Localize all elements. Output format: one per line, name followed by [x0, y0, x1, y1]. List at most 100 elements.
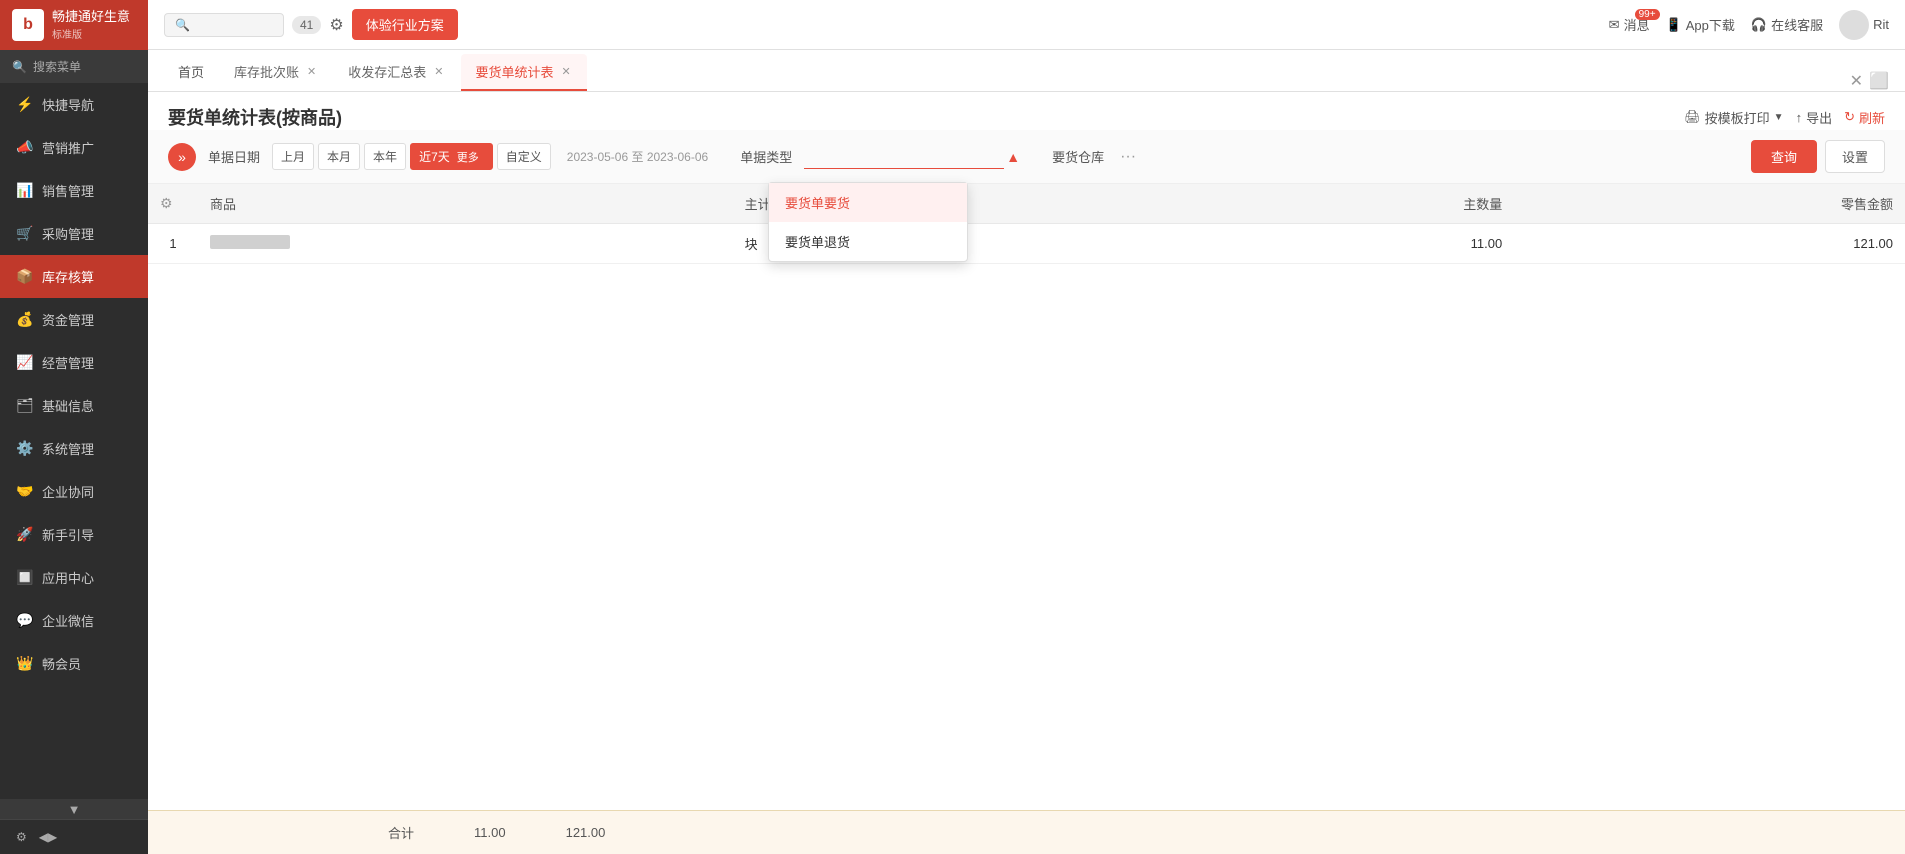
type-chevron[interactable]: ▲ — [1006, 149, 1020, 165]
refresh-btn[interactable]: ↻ 刷新 — [1844, 108, 1885, 127]
app-subtitle: 标准版 — [52, 26, 130, 41]
sidebar-item-purchase[interactable]: 🛒 采购管理 — [0, 212, 148, 255]
tab-batch[interactable]: 库存批次账 ✕ — [220, 54, 332, 91]
sidebar-item-label: 采购管理 — [42, 224, 94, 243]
tab-home[interactable]: 首页 — [164, 54, 218, 91]
sidebar-item-sales[interactable]: 📊 销售管理 — [0, 169, 148, 212]
dropdown-item-0[interactable]: 要货单要货 — [769, 183, 967, 222]
sidebar-header: b 畅捷通好生意 标准版 — [0, 0, 148, 50]
query-btn[interactable]: 查询 — [1751, 140, 1817, 173]
filter-actions: 查询 设置 — [1751, 140, 1885, 173]
date-btn-this-month[interactable]: 本月 — [318, 143, 360, 170]
dropdown-item-1[interactable]: 要货单退货 — [769, 222, 967, 261]
sidebar-item-collab[interactable]: 🤝 企业协同 — [0, 470, 148, 513]
sidebar: b 畅捷通好生意 标准版 🔍 搜索菜单 ⚡ 快捷导航 📣 营销推广 📊 销售管理… — [0, 0, 148, 854]
sidebar-item-label: 新手引导 — [42, 525, 94, 544]
sidebar-item-inventory[interactable]: 📦 库存核算 — [0, 255, 148, 298]
export-icon: ↑ — [1796, 110, 1803, 125]
print-icon: 🖨 — [1684, 109, 1701, 125]
messages-count: 99+ — [1635, 9, 1660, 20]
table-header-row: ⚙ 商品 主计量单位 主数量 零售金额 — [148, 184, 1905, 224]
date-btn-this-year[interactable]: 本年 — [364, 143, 406, 170]
collapse-icon[interactable]: ◀▶ — [39, 830, 57, 844]
footer-label: 合计 — [388, 823, 414, 842]
sidebar-item-guide[interactable]: 🚀 新手引导 — [0, 513, 148, 556]
marketing-icon: 📣 — [16, 139, 34, 157]
col-qty-header: 主数量 — [1190, 184, 1514, 224]
search-icon: 🔍 — [12, 60, 27, 74]
sidebar-item-shortcut[interactable]: ⚡ 快捷导航 — [0, 83, 148, 126]
cell-qty: 11.00 — [1190, 224, 1514, 264]
date-more-badge: 更多 — [452, 150, 484, 166]
topbar: 🔍 41 ⚙ 体验行业方案 ✉ 消息 99+ 📱 App下载 🎧 在线客服 — [148, 0, 1905, 50]
message-icon: ✉ — [1609, 17, 1620, 33]
type-input[interactable] — [804, 145, 1004, 169]
date-btn-custom[interactable]: 自定义 — [497, 143, 551, 170]
app-title-block: 畅捷通好生意 标准版 — [52, 9, 130, 41]
print-chevron: ▼ — [1774, 112, 1784, 123]
sidebar-item-member[interactable]: 👑 畅会员 — [0, 642, 148, 685]
content-area: 要货单统计表(按商品) 🖨 按模板打印 ▼ ↑ 导出 ↻ 刷新 — [148, 92, 1905, 854]
tab-requisition[interactable]: 要货单统计表 ✕ — [461, 54, 586, 91]
sidebar-item-system[interactable]: ⚙️ 系统管理 — [0, 427, 148, 470]
sidebar-item-base[interactable]: 🗂 基础信息 — [0, 384, 148, 427]
tab-dispatch-label: 收发存汇总表 — [348, 62, 426, 81]
table-row: 1 块 11.00 121.00 — [148, 224, 1905, 264]
tab-requisition-label: 要货单统计表 — [475, 62, 553, 81]
col-amount-header: 零售金额 — [1514, 184, 1905, 224]
date-btn-last-month[interactable]: 上月 — [272, 143, 314, 170]
online-service-btn[interactable]: 🎧 在线客服 — [1751, 15, 1823, 34]
date-btn-7days[interactable]: 近7天更多 — [410, 143, 493, 170]
col-settings-icon[interactable]: ⚙ — [160, 195, 173, 211]
settings-icon[interactable]: ⚙ — [16, 830, 27, 844]
topbar-right: ✉ 消息 99+ 📱 App下载 🎧 在线客服 Rit — [1609, 10, 1889, 40]
sidebar-item-label: 系统管理 — [42, 439, 94, 458]
sidebar-item-label: 营销推广 — [42, 138, 94, 157]
sidebar-item-wechat[interactable]: 💬 企业微信 — [0, 599, 148, 642]
sidebar-item-marketing[interactable]: 📣 营销推广 — [0, 126, 148, 169]
avatar — [1839, 10, 1869, 40]
online-service-label: 在线客服 — [1771, 15, 1823, 34]
export-btn[interactable]: ↑ 导出 — [1796, 108, 1833, 127]
industry-btn[interactable]: 体验行业方案 — [352, 9, 458, 40]
topbar-count-badge: 41 — [292, 16, 321, 34]
topbar-gear-btn[interactable]: ⚙ — [329, 15, 343, 35]
messages-btn[interactable]: ✉ 消息 99+ — [1609, 15, 1650, 34]
sidebar-item-finance[interactable]: 💰 资金管理 — [0, 298, 148, 341]
sidebar-scroll-down[interactable]: ▼ — [0, 799, 148, 819]
sidebar-search-label: 搜索菜单 — [33, 58, 81, 75]
filter-bar: » 单据日期 上月 本月 本年 近7天更多 自定义 2023-05-06 至 2… — [148, 130, 1905, 184]
table-container: ⚙ 商品 主计量单位 主数量 零售金额 1 块 — [148, 184, 1905, 810]
sidebar-item-ops[interactable]: 📈 经营管理 — [0, 341, 148, 384]
print-btn[interactable]: 🖨 按模板打印 ▼ — [1684, 108, 1783, 127]
app-logo: b — [12, 9, 44, 41]
sidebar-search[interactable]: 🔍 搜索菜单 — [0, 50, 148, 83]
tab-requisition-close[interactable]: ✕ — [560, 65, 573, 78]
tab-dispatch[interactable]: 收发存汇总表 ✕ — [334, 54, 459, 91]
tab-dispatch-close[interactable]: ✕ — [432, 65, 445, 78]
user-avatar-area[interactable]: Rit — [1839, 10, 1889, 40]
settings-btn[interactable]: 设置 — [1825, 140, 1885, 173]
refresh-icon: ↻ — [1844, 109, 1855, 125]
sidebar-item-label: 企业微信 — [42, 611, 94, 630]
tab-close-all-icon[interactable]: ✕ — [1850, 71, 1863, 91]
warehouse-more-btn[interactable]: ··· — [1120, 148, 1136, 166]
sidebar-item-label: 经营管理 — [42, 353, 94, 372]
topbar-search[interactable]: 🔍 — [164, 13, 284, 37]
sidebar-item-label: 基础信息 — [42, 396, 94, 415]
sidebar-item-apps[interactable]: 🔲 应用中心 — [0, 556, 148, 599]
date-btn-7days-label: 近7天 — [419, 150, 450, 164]
date-buttons: 上月 本月 本年 近7天更多 自定义 — [272, 143, 551, 170]
tab-batch-close[interactable]: ✕ — [305, 65, 318, 78]
table-body: 1 块 11.00 121.00 — [148, 224, 1905, 264]
tab-expand-icon[interactable]: ⬜ — [1869, 71, 1889, 91]
product-blurred — [210, 235, 290, 249]
inventory-icon: 📦 — [16, 268, 34, 286]
header-actions: 🖨 按模板打印 ▼ ↑ 导出 ↻ 刷新 — [1684, 108, 1885, 127]
footer-qty: 11.00 — [474, 825, 506, 840]
filter-expand-btn[interactable]: » — [168, 143, 196, 171]
app-download-btn[interactable]: 📱 App下载 — [1666, 15, 1735, 34]
refresh-label: 刷新 — [1859, 108, 1885, 127]
date-range-text: 2023-05-06 至 2023-06-06 — [567, 148, 708, 165]
search-icon: 🔍 — [175, 18, 190, 32]
